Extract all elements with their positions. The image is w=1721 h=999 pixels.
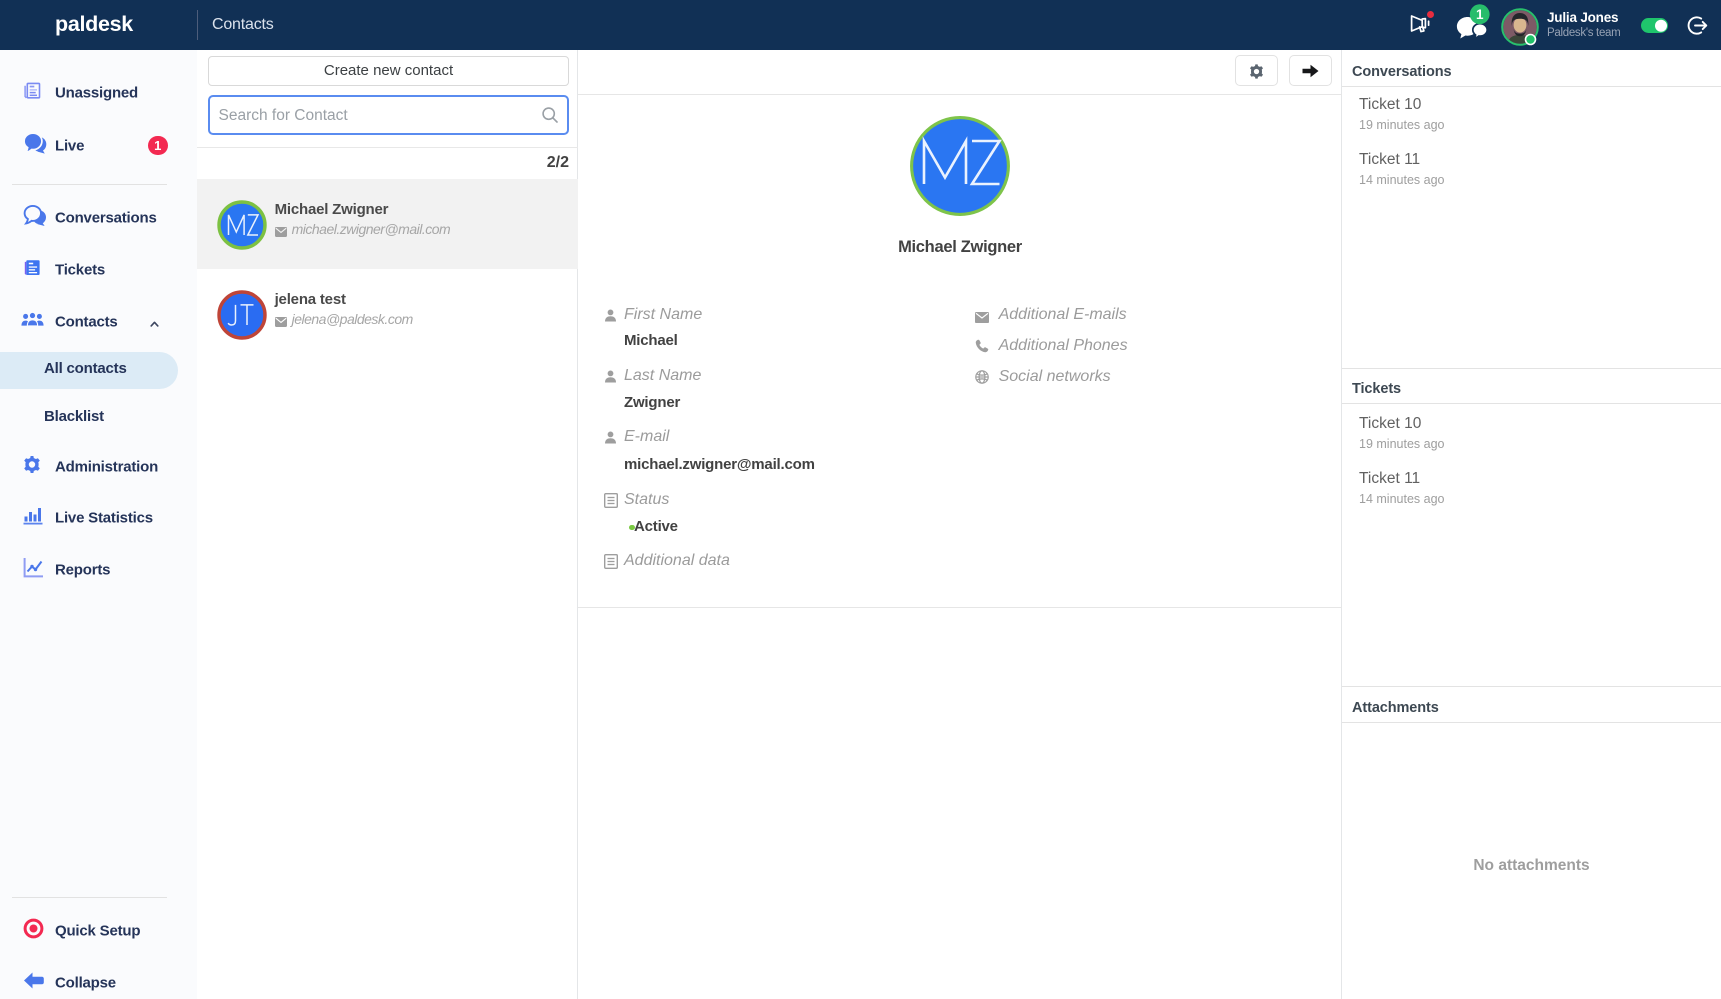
svg-text:1: 1	[1476, 7, 1484, 22]
